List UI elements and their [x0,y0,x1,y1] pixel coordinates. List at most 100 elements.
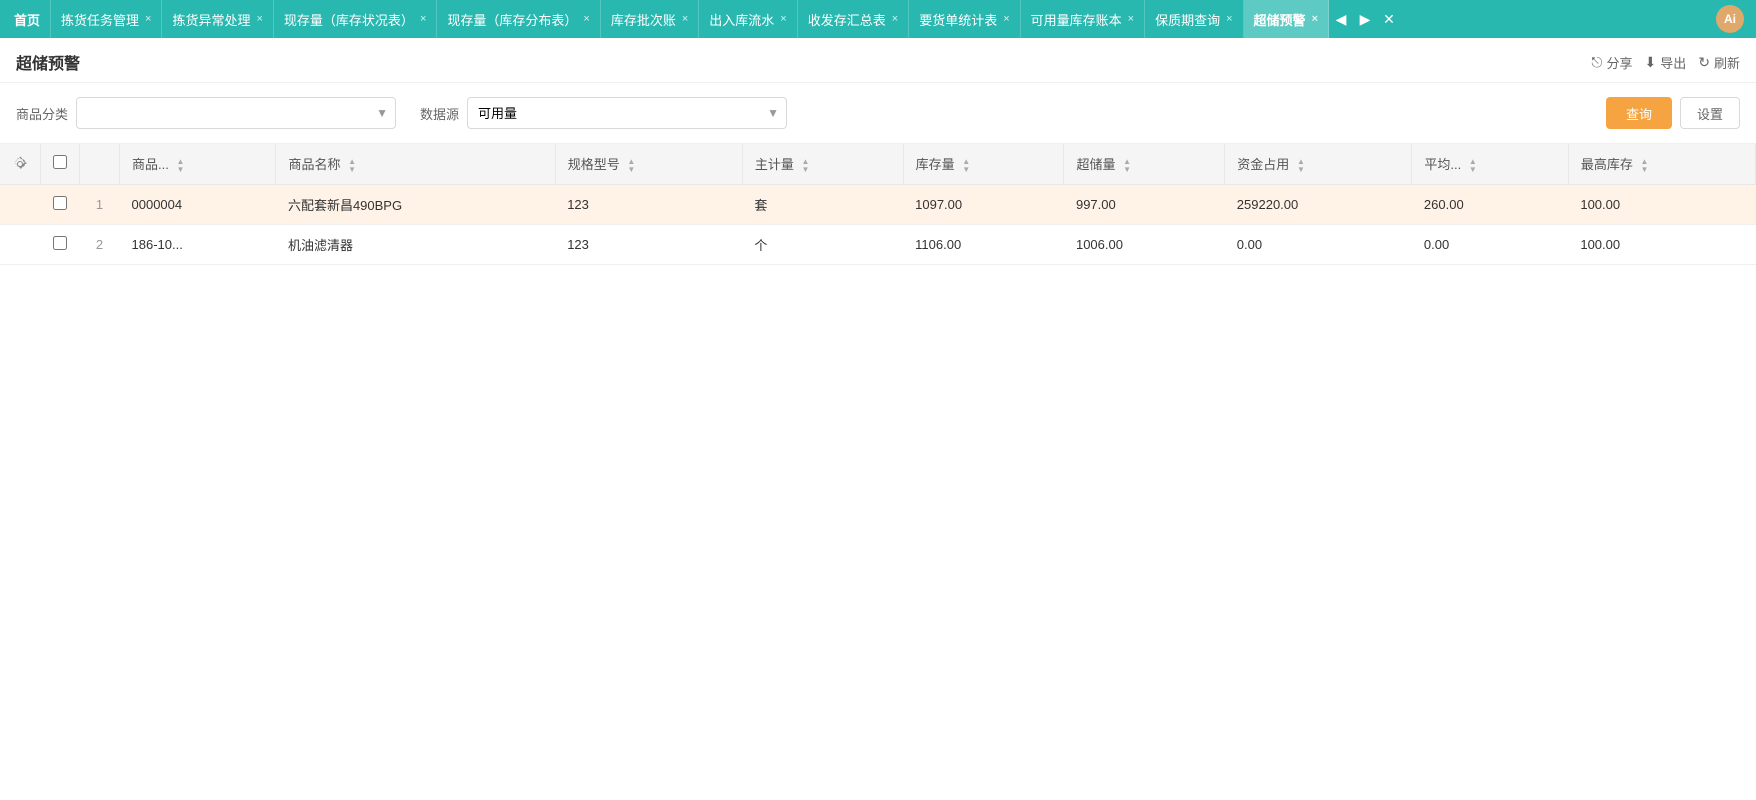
table-container: 商品... ▲▼ 商品名称 ▲▼ 规格型号 ▲▼ 主计量 ▲▼ [0,144,1756,265]
table-header-row: 商品... ▲▼ 商品名称 ▲▼ 规格型号 ▲▼ 主计量 ▲▼ [0,144,1756,184]
sort-icon: ▲▼ [1123,158,1131,174]
category-select[interactable] [76,97,396,129]
nav-tab-baozhi[interactable]: 保质期查询 × [1145,0,1243,38]
td-sku: 0000004 [120,184,276,224]
datasource-filter: 数据源 可用量 库存量 ▼ [420,97,787,129]
page-header: 超储预警 ⎋ 分享 ⬇ 导出 ↻ 刷新 [0,38,1756,83]
td-checkbox[interactable] [41,224,80,264]
filter-buttons: 查询 设置 [1606,97,1740,129]
sort-icon: ▲▼ [1640,158,1648,174]
td-avg: 260.00 [1412,184,1568,224]
td-rownum: 1 [80,184,120,224]
datasource-select[interactable]: 可用量 库存量 [467,97,787,129]
col-header-unit[interactable]: 主计量 ▲▼ [742,144,903,184]
td-name: 六配套新昌490BPG [276,184,555,224]
col-header-name[interactable]: 商品名称 ▲▼ [276,144,555,184]
category-select-wrapper: ▼ [76,97,396,129]
datasource-label: 数据源 [420,104,459,123]
settings-button[interactable]: 设置 [1680,97,1740,129]
close-icon[interactable]: × [682,13,688,25]
row-checkbox[interactable] [53,196,67,210]
datasource-select-wrapper: 可用量 库存量 ▼ [467,97,787,129]
td-unit: 个 [742,224,903,264]
nav-arrow-left[interactable]: ◀ [1329,0,1353,38]
nav-tab-yaohuo[interactable]: 要货单统计表 × [909,0,1020,38]
avatar[interactable]: Ai [1716,5,1744,33]
td-spec: 123 [555,224,742,264]
close-icon[interactable]: × [583,13,589,25]
close-icon[interactable]: × [420,13,426,25]
nav-arrow-right[interactable]: ▶ [1353,0,1377,38]
nav-tab-chaochuyujing[interactable]: 超储预警 × [1244,0,1329,38]
td-avg: 0.00 [1412,224,1568,264]
nav-tab-kaohuo[interactable]: 拣货任务管理 × [51,0,162,38]
table-row: 1 0000004 六配套新昌490BPG 123 套 1097.00 997.… [0,184,1756,224]
td-over: 997.00 [1064,184,1225,224]
close-icon[interactable]: × [780,13,786,25]
col-header-checkbox[interactable] [41,144,80,184]
nav-tab-pipici[interactable]: 库存批次账 × [601,0,699,38]
export-icon: ⬇ [1645,54,1657,71]
share-icon: ⎋ [1591,54,1602,71]
col-header-over[interactable]: 超储量 ▲▼ [1064,144,1225,184]
top-navigation: 首页 拣货任务管理 × 拣货异常处理 × 现存量（库存状况表） × 现存量（库存… [0,0,1756,38]
td-stock: 1106.00 [903,224,1064,264]
close-icon[interactable]: × [256,13,262,25]
col-header-capital[interactable]: 资金占用 ▲▼ [1225,144,1412,184]
nav-tab-xianzun1[interactable]: 现存量（库存状况表） × [274,0,437,38]
sort-icon: ▲▼ [348,158,356,174]
td-rownum: 2 [80,224,120,264]
nav-tab-shoufafah[interactable]: 收发存汇总表 × [798,0,909,38]
sort-icon: ▲▼ [1469,158,1477,174]
select-all-checkbox[interactable] [53,155,67,169]
data-table: 商品... ▲▼ 商品名称 ▲▼ 规格型号 ▲▼ 主计量 ▲▼ [0,144,1756,265]
td-max: 100.00 [1568,184,1755,224]
td-max: 100.00 [1568,224,1755,264]
page-container: 超储预警 ⎋ 分享 ⬇ 导出 ↻ 刷新 商品分类 ▼ [0,38,1756,800]
row-checkbox[interactable] [53,236,67,250]
nav-tab-keyong[interactable]: 可用量库存账本 × [1021,0,1145,38]
td-spec: 123 [555,184,742,224]
header-actions: ⎋ 分享 ⬇ 导出 ↻ 刷新 [1591,53,1740,72]
td-checkbox[interactable] [41,184,80,224]
close-icon[interactable]: × [1128,13,1134,25]
refresh-button[interactable]: ↻ 刷新 [1698,53,1740,72]
close-icon[interactable]: × [145,13,151,25]
nav-tab-kaohuo2[interactable]: 拣货异常处理 × [162,0,273,38]
col-header-spec[interactable]: 规格型号 ▲▼ [555,144,742,184]
col-header-sku[interactable]: 商品... ▲▼ [120,144,276,184]
col-header-stock[interactable]: 库存量 ▲▼ [903,144,1064,184]
category-label: 商品分类 [16,104,68,123]
td-name: 机油滤清器 [276,224,555,264]
col-header-avg[interactable]: 平均... ▲▼ [1412,144,1568,184]
col-header-max[interactable]: 最高库存 ▲▼ [1568,144,1755,184]
gear-icon [12,156,28,172]
sort-icon: ▲▼ [801,158,809,174]
td-capital: 0.00 [1225,224,1412,264]
page-title: 超储预警 [16,50,80,74]
user-area: Ai [1716,5,1752,33]
share-button[interactable]: ⎋ 分享 [1591,53,1632,72]
col-header-settings[interactable] [0,144,41,184]
col-header-rownum [80,144,120,184]
refresh-icon: ↻ [1698,54,1710,71]
td-unit: 套 [742,184,903,224]
td-settings [0,224,41,264]
export-button[interactable]: ⬇ 导出 [1645,53,1687,72]
sort-icon: ▲▼ [1297,158,1305,174]
nav-tab-xianzun2[interactable]: 现存量（库存分布表） × [437,0,600,38]
sort-icon: ▲▼ [627,158,635,174]
query-button[interactable]: 查询 [1606,97,1672,129]
filter-area: 商品分类 ▼ 数据源 可用量 库存量 ▼ 查询 设置 [0,83,1756,144]
sort-icon: ▲▼ [962,158,970,174]
nav-tab-churu[interactable]: 出入库流水 × [699,0,797,38]
table-row: 2 186-10... 机油滤清器 123 个 1106.00 1006.00 … [0,224,1756,264]
close-icon[interactable]: × [1226,13,1232,25]
close-icon[interactable]: × [1312,13,1318,25]
td-over: 1006.00 [1064,224,1225,264]
td-sku: 186-10... [120,224,276,264]
nav-tab-home[interactable]: 首页 [4,0,51,38]
nav-close-all[interactable]: ✕ [1377,0,1401,38]
close-icon[interactable]: × [1003,13,1009,25]
close-icon[interactable]: × [892,13,898,25]
